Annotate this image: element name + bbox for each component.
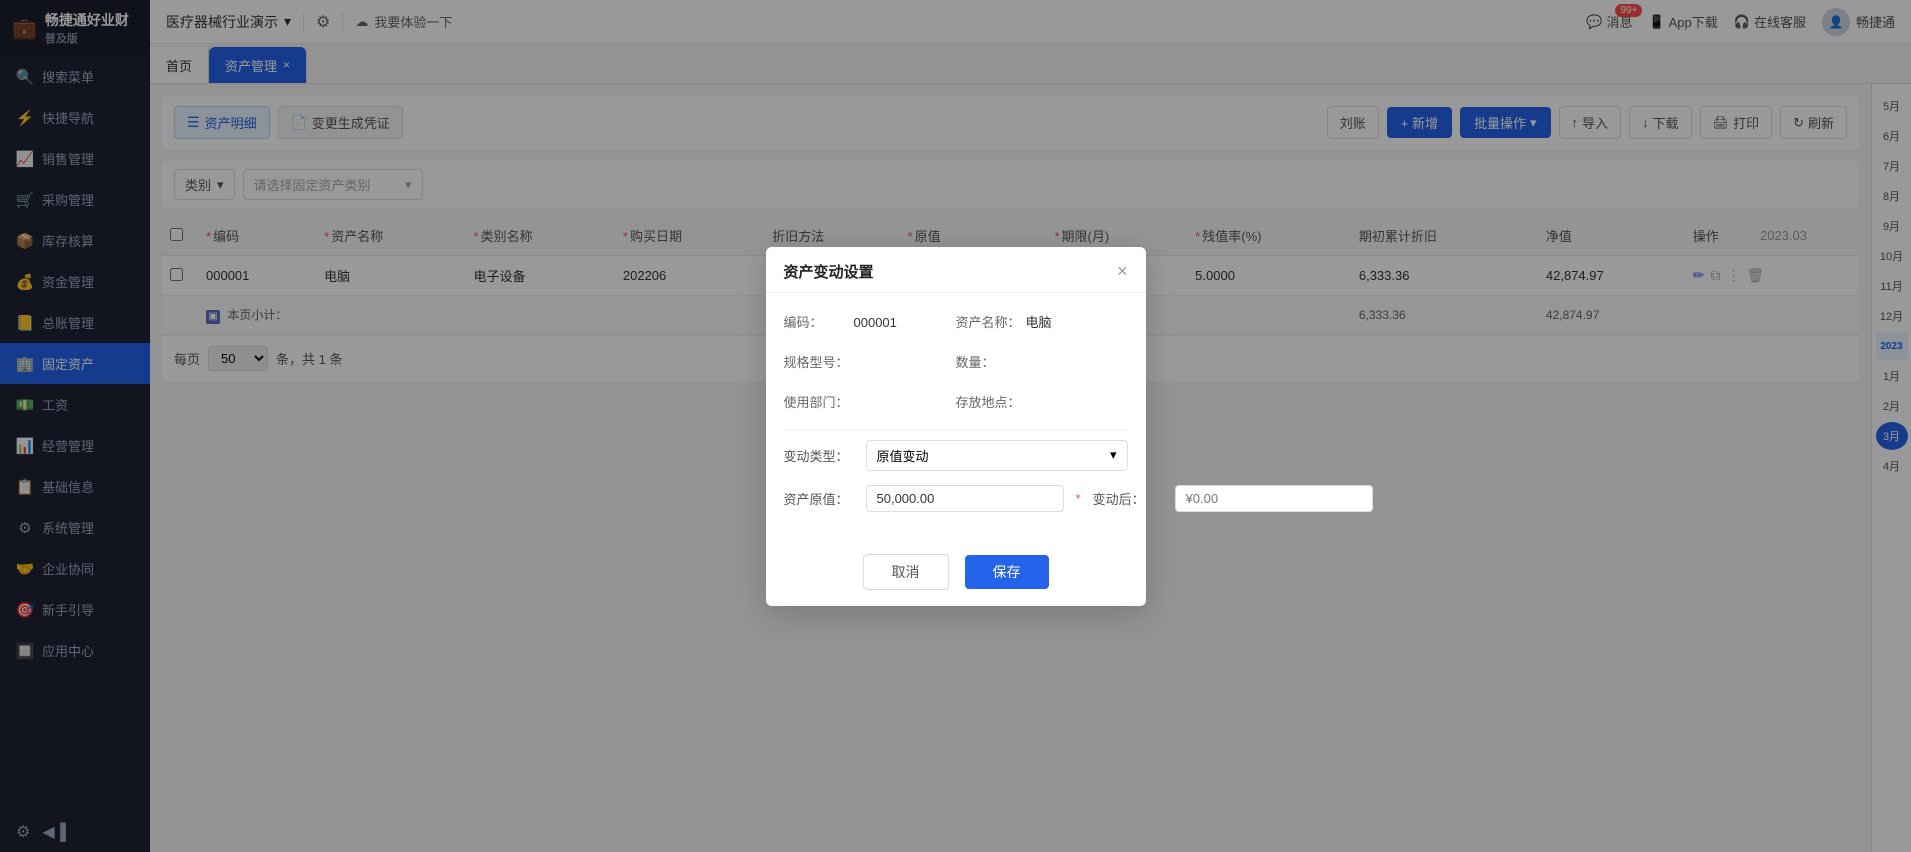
modal-change-type-row: 变动类型： 原值变动 ▾	[784, 440, 1128, 471]
modal-change-type-select[interactable]: 原值变动 ▾	[866, 440, 1128, 471]
asset-change-modal: 资产变动设置 × 编码： 000001 资产名称： 电脑 规格型号： 数量： 使…	[766, 247, 1146, 606]
modal-header: 资产变动设置 ×	[766, 247, 1146, 293]
modal-original-input[interactable]	[866, 485, 1064, 512]
modal-dept-label: 使用部门：	[784, 389, 854, 417]
modal-name-value: 电脑	[1026, 309, 1128, 337]
modal-footer: 取消 保存	[766, 542, 1146, 606]
modal-qty-label: 数量：	[956, 349, 1026, 377]
modal-body: 编码： 000001 资产名称： 电脑 规格型号： 数量： 使用部门： 存放地点…	[766, 293, 1146, 542]
modal-code-value: 000001	[854, 309, 956, 337]
modal-after-input[interactable]	[1175, 485, 1373, 512]
modal-name-label: 资产名称：	[956, 309, 1026, 337]
modal-storage-label: 存放地点：	[956, 389, 1026, 417]
modal-row-spec-qty: 规格型号： 数量：	[784, 349, 1128, 377]
modal-change-type-value: 原值变动	[877, 446, 929, 465]
modal-code-label: 编码：	[784, 309, 854, 337]
modal-close-button[interactable]: ×	[1117, 261, 1128, 282]
modal-title: 资产变动设置	[784, 261, 874, 282]
modal-spec-label: 规格型号：	[784, 349, 854, 377]
chevron-down-icon: ▾	[1110, 447, 1117, 463]
modal-value-row: 资产原值： * 变动后：	[784, 485, 1128, 512]
modal-divider	[784, 429, 1128, 430]
modal-row-dept-storage: 使用部门： 存放地点：	[784, 389, 1128, 417]
cancel-button[interactable]: 取消	[863, 554, 949, 590]
save-button[interactable]: 保存	[965, 555, 1049, 589]
modal-original-label: 资产原值：	[784, 489, 854, 508]
modal-after-label: 变动后：	[1093, 489, 1163, 508]
modal-overlay: 资产变动设置 × 编码： 000001 资产名称： 电脑 规格型号： 数量： 使…	[0, 0, 1911, 852]
required-star-icon: *	[1076, 491, 1081, 506]
modal-change-type-label: 变动类型：	[784, 446, 854, 465]
modal-row-code-name: 编码： 000001 资产名称： 电脑	[784, 309, 1128, 337]
